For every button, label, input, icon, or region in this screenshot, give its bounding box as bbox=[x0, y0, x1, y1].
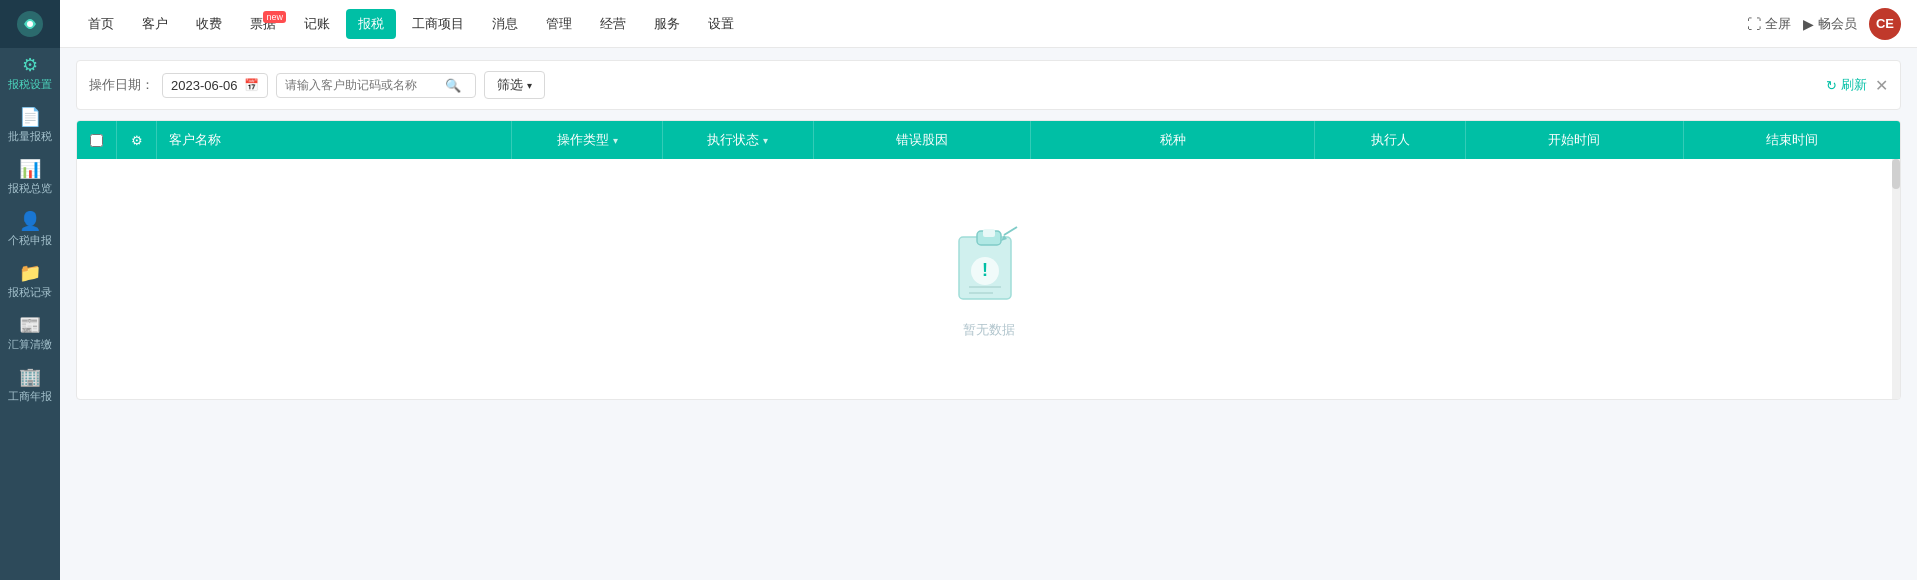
sidebar: ⚙ 报税设置 📄 批量报税 📊 报税总览 👤 个税申报 📁 报税记录 📰 汇算清… bbox=[0, 0, 60, 580]
sidebar-item-annual-report[interactable]: 🏢 工商年报 bbox=[0, 360, 60, 412]
sidebar-item-tax-records[interactable]: 📁 报税记录 bbox=[0, 256, 60, 308]
sidebar-item-personal-tax[interactable]: 👤 个税申报 bbox=[0, 204, 60, 256]
filter-label: 筛选 bbox=[497, 76, 523, 94]
topnav-item-business[interactable]: 工商项目 bbox=[400, 9, 476, 39]
sidebar-item-label: 汇算清缴 bbox=[8, 337, 52, 352]
refresh-button[interactable]: ↻ 刷新 bbox=[1826, 76, 1867, 94]
toolbar: 操作日期： 2023-06-06 📅 🔍 筛选 ▾ ↻ 刷新 ✕ bbox=[76, 60, 1901, 110]
close-button[interactable]: ✕ bbox=[1875, 76, 1888, 95]
search-icon: 🔍 bbox=[445, 78, 461, 93]
sidebar-item-tax-overview[interactable]: 📊 报税总览 bbox=[0, 152, 60, 204]
sort-icon-status: ▾ bbox=[763, 135, 768, 146]
settlement-icon: 📰 bbox=[19, 316, 41, 334]
topnav-item-tax[interactable]: 报税 bbox=[346, 9, 396, 39]
topnav-item-invoice[interactable]: 票据 new bbox=[238, 9, 288, 39]
batch-tax-icon: 📄 bbox=[19, 108, 41, 126]
settings-icon: ⚙ bbox=[131, 133, 143, 148]
scrollbar-track[interactable] bbox=[1892, 159, 1900, 399]
topnav-item-operation[interactable]: 经营 bbox=[588, 9, 638, 39]
topnav-item-message[interactable]: 消息 bbox=[480, 9, 530, 39]
filter-button[interactable]: 筛选 ▾ bbox=[484, 71, 545, 99]
table-body: ! 暂无数据 bbox=[77, 159, 1900, 399]
member-button[interactable]: ▶ 畅会员 bbox=[1803, 15, 1857, 33]
member-label: 畅会员 bbox=[1818, 15, 1857, 33]
topnav-item-service[interactable]: 服务 bbox=[642, 9, 692, 39]
refresh-icon: ↻ bbox=[1826, 78, 1837, 93]
scrollbar-thumb[interactable] bbox=[1892, 159, 1900, 189]
annual-report-icon: 🏢 bbox=[19, 368, 41, 386]
svg-text:!: ! bbox=[982, 260, 988, 280]
search-wrap[interactable]: 🔍 bbox=[276, 73, 476, 98]
fullscreen-label: 全屏 bbox=[1765, 15, 1791, 33]
tax-records-icon: 📁 bbox=[19, 264, 41, 282]
date-label: 操作日期： bbox=[89, 76, 154, 94]
sidebar-item-tax-settings[interactable]: ⚙ 报税设置 bbox=[0, 48, 60, 100]
member-icon: ▶ bbox=[1803, 16, 1814, 32]
topnav-right: ⛶ 全屏 ▶ 畅会员 CE bbox=[1747, 8, 1901, 40]
sort-icon-op-type: ▾ bbox=[613, 135, 618, 146]
th-start-time: 开始时间 bbox=[1466, 121, 1684, 159]
sidebar-item-label: 工商年报 bbox=[8, 389, 52, 404]
date-value: 2023-06-06 bbox=[171, 78, 238, 93]
empty-illustration: ! bbox=[949, 219, 1029, 309]
svg-line-7 bbox=[1004, 227, 1017, 235]
chevron-down-icon: ▾ bbox=[527, 80, 532, 91]
select-all-checkbox[interactable] bbox=[90, 134, 103, 147]
th-tax: 税种 bbox=[1031, 121, 1315, 159]
personal-tax-icon: 👤 bbox=[19, 212, 41, 230]
svg-rect-4 bbox=[983, 229, 995, 237]
th-client-name: 客户名称 bbox=[157, 121, 512, 159]
empty-text: 暂无数据 bbox=[963, 321, 1015, 339]
th-op-type: 操作类型 ▾ bbox=[512, 121, 663, 159]
svg-point-1 bbox=[27, 21, 33, 27]
th-settings[interactable]: ⚙ bbox=[117, 121, 157, 159]
th-executor: 执行人 bbox=[1315, 121, 1466, 159]
topnav-item-home[interactable]: 首页 bbox=[76, 9, 126, 39]
topnav-items: 首页 客户 收费 票据 new 记账 报税 工商项目 消息 管理 经营 服务 设… bbox=[76, 9, 1747, 39]
th-end-time: 结束时间 bbox=[1684, 121, 1901, 159]
sidebar-item-label: 个税申报 bbox=[8, 233, 52, 248]
sidebar-item-settlement[interactable]: 📰 汇算清缴 bbox=[0, 308, 60, 360]
th-status: 执行状态 ▾ bbox=[663, 121, 814, 159]
topnav-item-client[interactable]: 客户 bbox=[130, 9, 180, 39]
empty-state: ! 暂无数据 bbox=[77, 159, 1900, 399]
topnav-item-settings[interactable]: 设置 bbox=[696, 9, 746, 39]
fullscreen-button[interactable]: ⛶ 全屏 bbox=[1747, 15, 1791, 33]
sidebar-logo bbox=[0, 0, 60, 48]
table: ⚙ 客户名称 操作类型 ▾ 执行状态 ▾ 错误股因 税种 bbox=[76, 120, 1901, 400]
th-error: 错误股因 bbox=[814, 121, 1032, 159]
table-header: ⚙ 客户名称 操作类型 ▾ 执行状态 ▾ 错误股因 税种 bbox=[77, 121, 1900, 159]
search-input[interactable] bbox=[285, 78, 445, 92]
sidebar-item-batch-tax[interactable]: 📄 批量报税 bbox=[0, 100, 60, 152]
topnav-item-billing[interactable]: 收费 bbox=[184, 9, 234, 39]
content: 操作日期： 2023-06-06 📅 🔍 筛选 ▾ ↻ 刷新 ✕ bbox=[60, 48, 1917, 580]
sidebar-item-label: 报税设置 bbox=[8, 77, 52, 92]
topnav-item-manage[interactable]: 管理 bbox=[534, 9, 584, 39]
topnav: 首页 客户 收费 票据 new 记账 报税 工商项目 消息 管理 经营 服务 设… bbox=[60, 0, 1917, 48]
calendar-icon: 📅 bbox=[244, 78, 259, 92]
avatar[interactable]: CE bbox=[1869, 8, 1901, 40]
sidebar-item-label: 报税总览 bbox=[8, 181, 52, 196]
th-checkbox[interactable] bbox=[77, 121, 117, 159]
tax-overview-icon: 📊 bbox=[19, 160, 41, 178]
sidebar-item-label: 批量报税 bbox=[8, 129, 52, 144]
tax-settings-icon: ⚙ bbox=[22, 56, 38, 74]
topnav-item-bookkeeping[interactable]: 记账 bbox=[292, 9, 342, 39]
date-picker[interactable]: 2023-06-06 📅 bbox=[162, 73, 268, 98]
sidebar-item-label: 报税记录 bbox=[8, 285, 52, 300]
refresh-label: 刷新 bbox=[1841, 76, 1867, 94]
fullscreen-icon: ⛶ bbox=[1747, 16, 1761, 32]
main-area: 首页 客户 收费 票据 new 记账 报税 工商项目 消息 管理 经营 服务 设… bbox=[60, 0, 1917, 580]
invoice-badge: new bbox=[263, 11, 286, 24]
